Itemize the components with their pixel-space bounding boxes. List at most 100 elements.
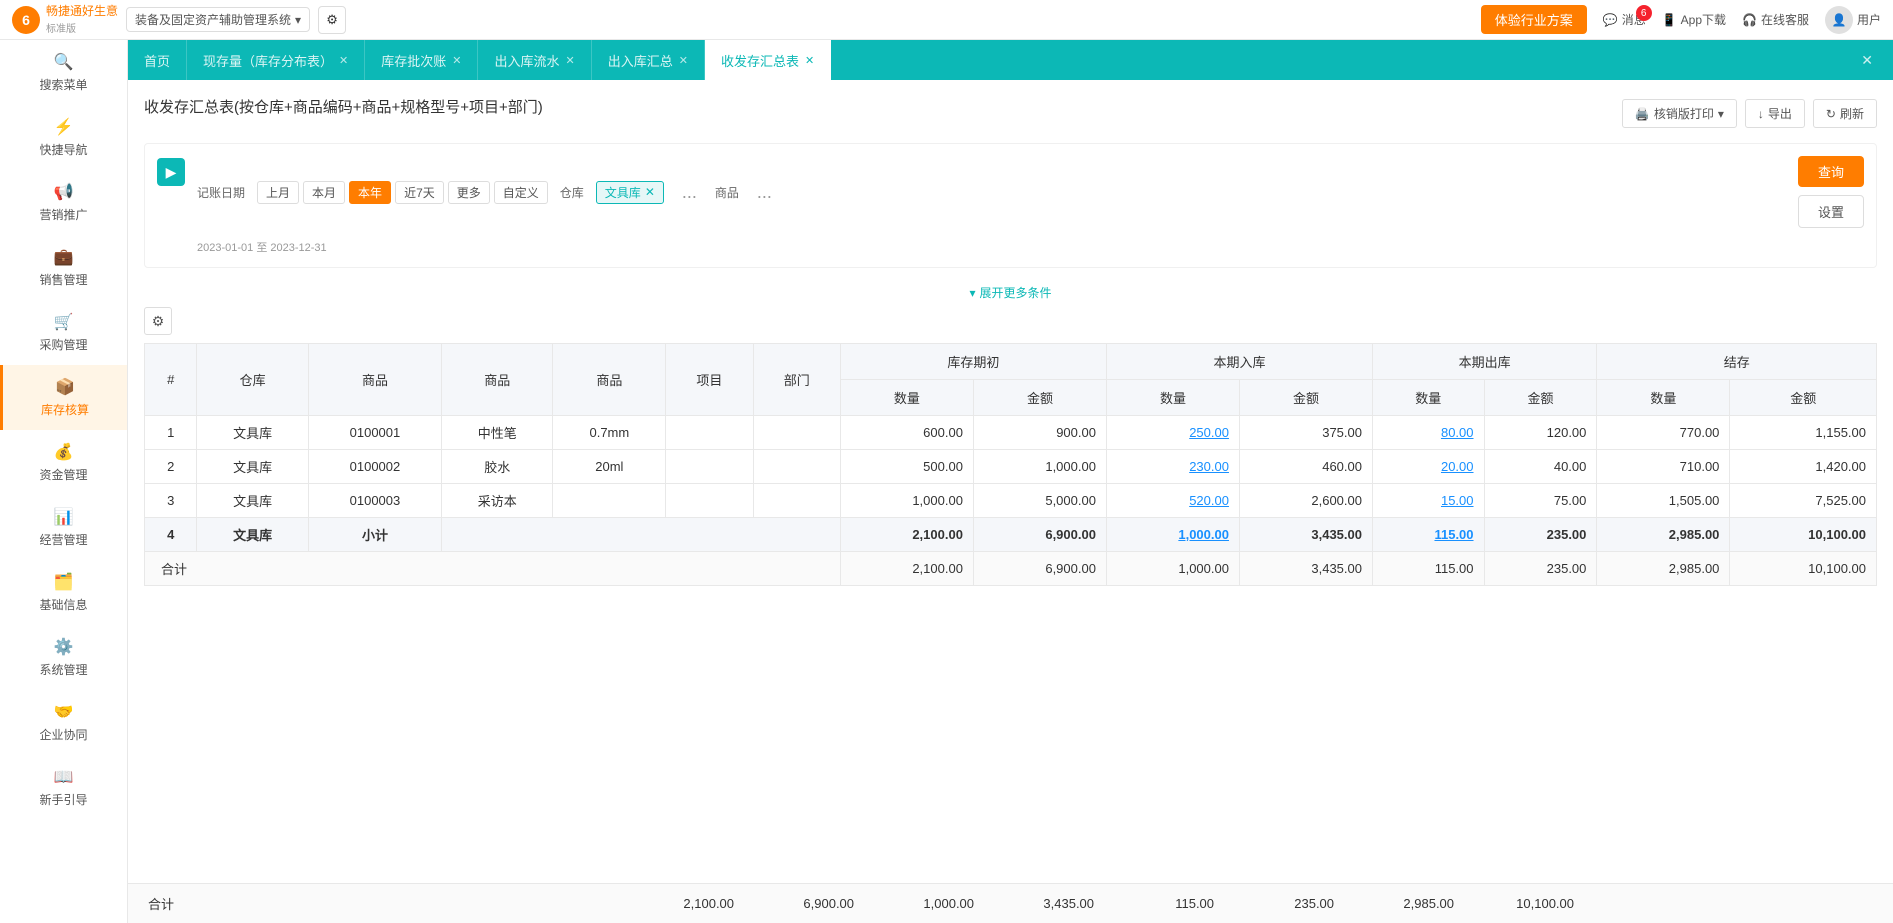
sidebar-label-marketing: 营销推广	[39, 206, 87, 223]
date-btn-more[interactable]: 更多	[448, 181, 490, 204]
th-opening-qty: 数量	[840, 380, 973, 416]
subtotal-out-amt: 235.00	[1484, 518, 1597, 552]
date-btn-this-year[interactable]: 本年	[349, 181, 391, 204]
operation-icon: 📊	[54, 507, 74, 527]
expand-conditions-button[interactable]: ▾ 展开更多条件	[969, 284, 1051, 301]
date-btn-7days[interactable]: 近7天	[395, 181, 444, 204]
message-icon: 💬	[1603, 13, 1618, 27]
content-area: 首页 现存量（库存分布表） ✕ 库存批次账 ✕ 出入库流水 ✕ 出入库汇总 ✕	[128, 40, 1893, 923]
sidebar-item-guide[interactable]: 📖 新手引导	[0, 755, 127, 820]
cell-in-qty[interactable]: 230.00	[1106, 450, 1239, 484]
cell-in-qty[interactable]: 520.00	[1106, 484, 1239, 518]
cell-opening-qty: 600.00	[840, 416, 973, 450]
sidebar-item-quick-nav[interactable]: ⚡ 快捷导航	[0, 105, 127, 170]
trial-button[interactable]: 体验行业方案	[1481, 5, 1587, 34]
filter-bar: ▶ 记账日期 上月 本月 本年 近7天 更多 自定义	[144, 143, 1877, 268]
cell-goods-spec: 0.7mm	[553, 416, 666, 450]
refresh-button[interactable]: ↻ 刷新	[1813, 99, 1877, 128]
settings-gear-icon[interactable]: ⚙	[318, 6, 346, 34]
total-closing-amt: 10,100.00	[1730, 552, 1877, 586]
sidebar-item-system[interactable]: ⚙️ 系统管理	[0, 625, 127, 690]
cell-out-qty[interactable]: 15.00	[1372, 484, 1484, 518]
app-download-label: App下载	[1681, 11, 1726, 28]
subtotal-in-qty[interactable]: 1,000.00	[1106, 518, 1239, 552]
tab-home-label: 首页	[144, 51, 170, 70]
cell-opening-amt: 900.00	[973, 416, 1106, 450]
th-in-amt: 金额	[1239, 380, 1372, 416]
tab-inout-flow[interactable]: 出入库流水 ✕	[478, 40, 591, 80]
app-download-icon: 📱	[1662, 13, 1677, 27]
tab-stock-dist-close-icon[interactable]: ✕	[339, 54, 348, 67]
logo-text-block: 畅捷通好生意 标准版	[46, 4, 118, 35]
sales-icon: 💼	[54, 247, 74, 267]
cell-closing-qty: 1,505.00	[1597, 484, 1730, 518]
sidebar-label-guide: 新手引导	[39, 791, 87, 808]
tab-inout-summary-close-icon[interactable]: ✕	[679, 54, 688, 67]
goods-filter-dots[interactable]: ...	[751, 182, 778, 203]
cell-goods-spec: 20ml	[553, 450, 666, 484]
table-row: 1 文具库 0100001 中性笔 0.7mm 600.00 900.00 25…	[145, 416, 1877, 450]
sidebar-item-basic[interactable]: 🗂️ 基础信息	[0, 560, 127, 625]
sidebar-item-enterprise[interactable]: 🤝 企业协同	[0, 690, 127, 755]
export-icon: ↓	[1758, 107, 1764, 121]
date-btn-last-month[interactable]: 上月	[257, 181, 299, 204]
close-window-icon[interactable]: ✕	[1849, 52, 1885, 69]
date-options: 上月 本月 本年 近7天 更多 自定义	[257, 181, 548, 204]
set-button[interactable]: 设置	[1798, 195, 1864, 228]
refresh-label: 刷新	[1840, 105, 1864, 122]
tab-home[interactable]: 首页	[128, 40, 187, 80]
filter-toggle-button[interactable]: ▶	[157, 158, 185, 186]
warehouse-filter-dots[interactable]: ...	[676, 182, 703, 203]
tab-recv-send-summary[interactable]: 收发存汇总表 ✕	[705, 40, 831, 80]
tab-inout-summary[interactable]: 出入库汇总 ✕	[592, 40, 705, 80]
date-btn-custom[interactable]: 自定义	[494, 181, 548, 204]
sidebar-item-operation[interactable]: 📊 经营管理	[0, 495, 127, 560]
tab-batch[interactable]: 库存批次账 ✕	[365, 40, 478, 80]
app-download-action[interactable]: 📱 App下载	[1662, 11, 1726, 28]
column-settings-icon[interactable]: ⚙	[144, 307, 172, 335]
th-out-qty: 数量	[1372, 380, 1484, 416]
tab-bar: 首页 现存量（库存分布表） ✕ 库存批次账 ✕ 出入库流水 ✕ 出入库汇总 ✕	[128, 40, 1893, 80]
refresh-icon: ↻	[1826, 107, 1836, 121]
quick-nav-icon: ⚡	[54, 117, 74, 137]
online-service-action[interactable]: 🎧 在线客服	[1742, 11, 1809, 28]
bottom-spacer1	[214, 896, 614, 911]
subtotal-row: 4 文具库 小计 2,100.00 6,900.00 1,000.00 3,43…	[145, 518, 1877, 552]
export-button[interactable]: ↓ 导出	[1745, 99, 1805, 128]
cell-in-qty[interactable]: 250.00	[1106, 416, 1239, 450]
tab-batch-label: 库存批次账	[381, 51, 446, 70]
expand-icon: ▾	[969, 286, 975, 300]
headset-icon: 🎧	[1742, 13, 1757, 27]
cell-department	[753, 484, 840, 518]
subtotal-closing-qty: 2,985.00	[1597, 518, 1730, 552]
print-icon: 🖨️	[1635, 107, 1650, 121]
message-action[interactable]: 💬 消息 6	[1603, 11, 1646, 28]
tab-recv-send-summary-close-icon[interactable]: ✕	[805, 54, 814, 67]
sidebar-item-finance[interactable]: 💰 资金管理	[0, 430, 127, 495]
user-action[interactable]: 👤 用户	[1825, 6, 1881, 34]
sidebar-item-sales[interactable]: 💼 销售管理	[0, 235, 127, 300]
system-selector[interactable]: 装备及固定资产辅助管理系统 ▾	[126, 7, 310, 32]
sidebar-item-purchase[interactable]: 🛒 采购管理	[0, 300, 127, 365]
cell-out-qty[interactable]: 20.00	[1372, 450, 1484, 484]
sidebar-item-marketing[interactable]: 📢 营销推广	[0, 170, 127, 235]
tab-batch-close-icon[interactable]: ✕	[452, 54, 461, 67]
warehouse-tag-close-icon[interactable]: ✕	[645, 185, 655, 199]
total-out-amt: 235.00	[1484, 552, 1597, 586]
query-button[interactable]: 查询	[1798, 156, 1864, 187]
logo-area: 6 畅捷通好生意 标准版	[12, 4, 118, 35]
sidebar-item-search[interactable]: 🔍 搜索菜单	[0, 40, 127, 105]
subtotal-out-qty[interactable]: 115.00	[1372, 518, 1484, 552]
th-warehouse: 仓库	[197, 344, 308, 416]
tab-stock-dist[interactable]: 现存量（库存分布表） ✕	[187, 40, 365, 80]
table-toolbar: ⚙	[144, 307, 1877, 335]
sidebar-item-inventory[interactable]: 📦 库存核算	[0, 365, 127, 430]
print-button[interactable]: 🖨️ 核销版打印 ▾	[1622, 99, 1737, 128]
cell-out-qty[interactable]: 80.00	[1372, 416, 1484, 450]
cell-goods-name: 采访本	[441, 484, 552, 518]
tab-inout-flow-close-icon[interactable]: ✕	[566, 54, 575, 67]
date-btn-this-month[interactable]: 本月	[303, 181, 345, 204]
th-goods-name: 商品	[441, 344, 552, 416]
sidebar-label-inventory: 库存核算	[41, 401, 89, 418]
bottom-out-amt: 235.00	[1254, 896, 1334, 911]
